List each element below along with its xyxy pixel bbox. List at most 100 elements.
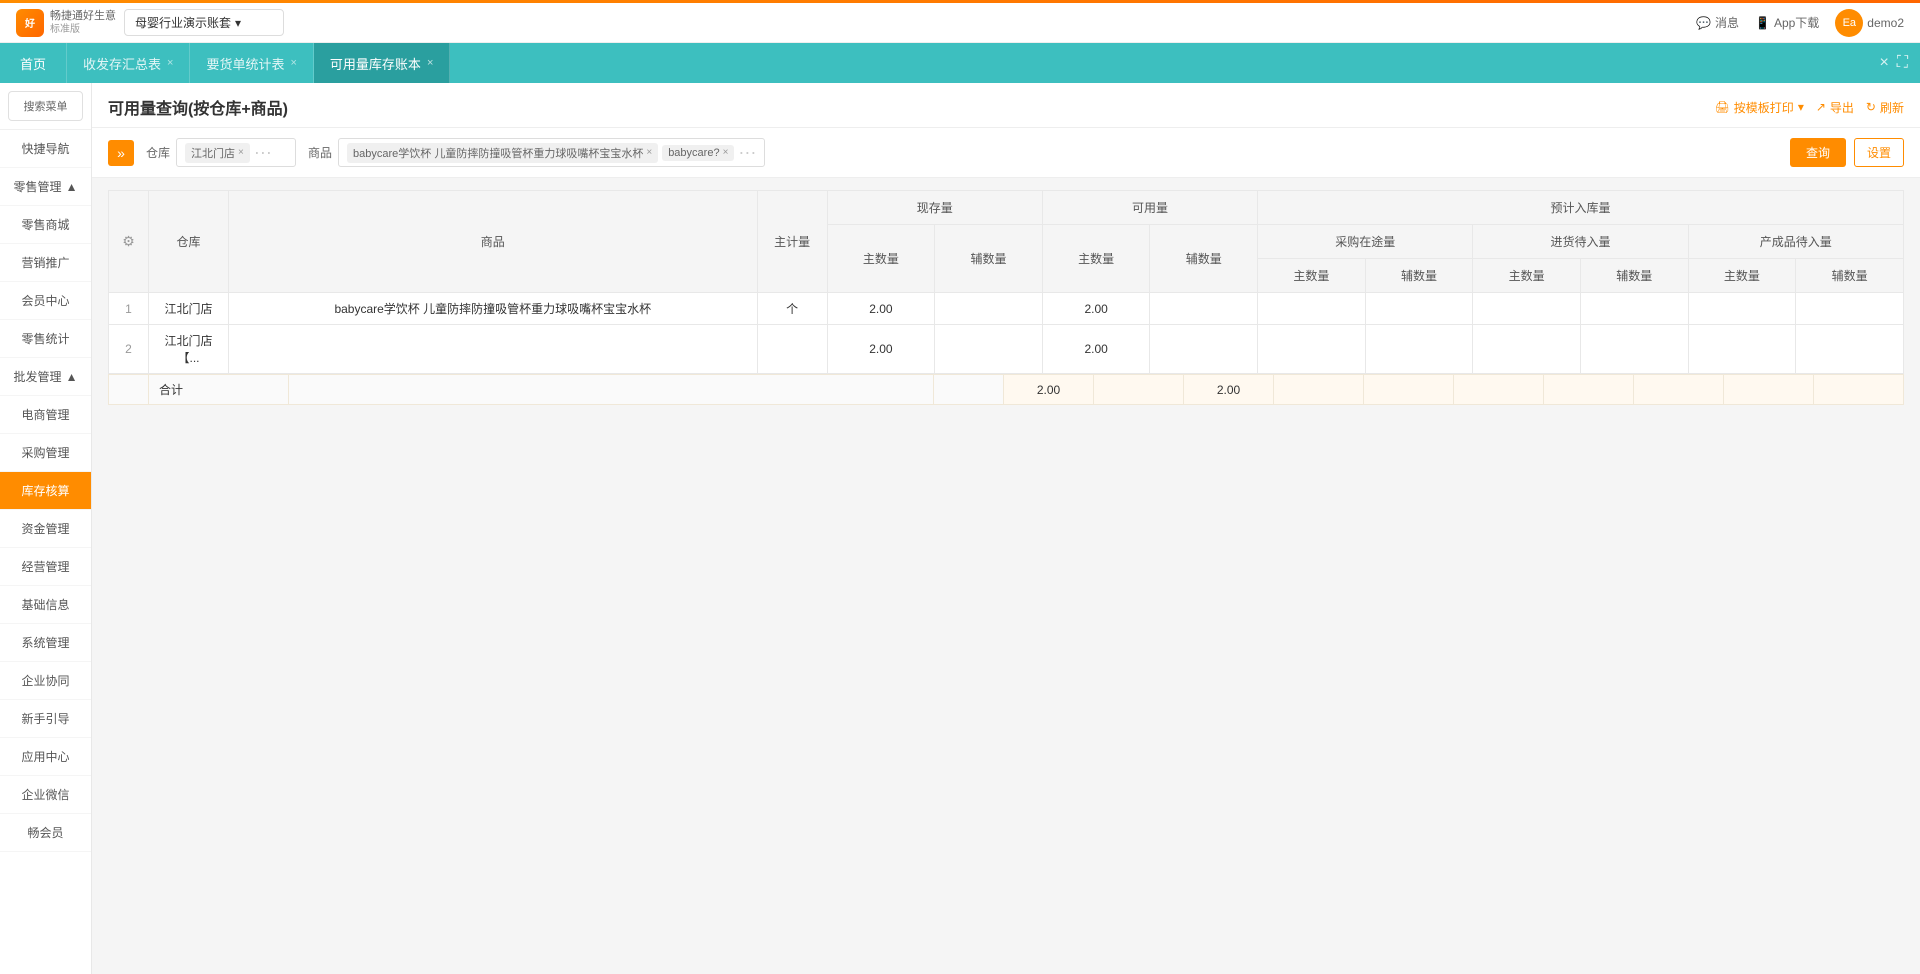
product-more-options-icon[interactable]: ···: [738, 142, 756, 163]
cell-incoming-pending-main: [1473, 293, 1581, 325]
query-button[interactable]: 查询: [1790, 138, 1846, 167]
sidebar-item-inventory-check[interactable]: 库存核算: [0, 472, 91, 510]
nav-tabs-bar: 首页 收发存汇总表 × 要货单统计表 × 可用量库存账本 × × ⛶: [0, 43, 1920, 83]
user-profile[interactable]: Ea demo2: [1835, 9, 1904, 37]
cell-available-main-qty: 2.00: [1042, 293, 1150, 325]
col-production-pending-aux: 辅数量: [1796, 259, 1904, 293]
more-options-icon[interactable]: ···: [254, 142, 272, 163]
cell-index: 1: [109, 293, 149, 325]
product-tag-1: babycare学饮杯 儿童防摔防撞吸管杯重力球吸嘴杯宝宝水杯 ×: [347, 143, 658, 163]
tab-close-icon[interactable]: ×: [290, 57, 296, 69]
col-current-main-qty: 主数量: [827, 225, 935, 293]
footer-current-aux-qty: [1094, 375, 1184, 405]
sidebar-item-ecommerce-mgmt[interactable]: 电商管理: [0, 396, 91, 434]
sidebar-item-enterprise-wechat[interactable]: 企业微信: [0, 776, 91, 814]
cell-production-pending-main: [1688, 293, 1796, 325]
remove-product-tag-1-button[interactable]: ×: [646, 147, 652, 158]
cell-main-unit: 个: [757, 293, 827, 325]
product-tag-2: babycare? ×: [662, 145, 734, 161]
col-product-header: 商品: [229, 191, 758, 293]
top-header: 好 畅捷通好生意 标准版 母婴行业演示账套 ▾ 💬 消息 📱 App下载 Ea …: [0, 3, 1920, 43]
cell-production-pending-aux: [1796, 325, 1904, 374]
col-incoming-pending-aux: 辅数量: [1580, 259, 1688, 293]
tab-close-icon[interactable]: ×: [427, 57, 433, 69]
sidebar-item-enterprise-collab[interactable]: 企业协同: [0, 662, 91, 700]
export-button[interactable]: ↗ 导出: [1816, 99, 1854, 116]
tab-available-inventory[interactable]: 可用量库存账本 ×: [314, 43, 450, 83]
footer-label: 合计: [149, 375, 289, 405]
remove-warehouse-tag-button[interactable]: ×: [238, 147, 244, 158]
footer-current-main-qty: 2.00: [1004, 375, 1094, 405]
print-template-button[interactable]: 🖨 按模板打印 ▾: [1715, 99, 1804, 116]
cell-warehouse: 江北门店: [149, 293, 229, 325]
footer-purchase-transit-main: [1364, 375, 1454, 405]
col-warehouse-header: 仓库: [149, 191, 229, 293]
col-purchase-transit-main: 主数量: [1258, 259, 1366, 293]
sidebar-item-operations-mgmt[interactable]: 经营管理: [0, 548, 91, 586]
sidebar: 搜索菜单 快捷导航 零售管理 ▲ 零售商城 营销推广 会员中心 零售统计 批发管…: [0, 83, 92, 974]
sidebar-item-app-center[interactable]: 应用中心: [0, 738, 91, 776]
cell-current-aux-qty: [935, 293, 1043, 325]
col-available-qty-group: 可用量: [1042, 191, 1257, 225]
sidebar-item-retail-mall[interactable]: 零售商城: [0, 206, 91, 244]
sidebar-item-marketing[interactable]: 营销推广: [0, 244, 91, 282]
cell-available-main-qty: 2.00: [1042, 325, 1150, 374]
sidebar-item-chang-member[interactable]: 畅会员: [0, 814, 91, 852]
filter-bar: » 仓库 江北门店 × ··· 商品 babycare学饮杯 儿童防摔防撞吸管杯…: [92, 128, 1920, 178]
footer-production-pending-aux: [1814, 375, 1904, 405]
sidebar-item-member-center[interactable]: 会员中心: [0, 282, 91, 320]
sidebar-item-purchase-mgmt[interactable]: 采购管理: [0, 434, 91, 472]
refresh-button[interactable]: ↻ 刷新: [1866, 99, 1904, 116]
tab-close-icon[interactable]: ×: [167, 57, 173, 69]
filter-actions: 查询 设置: [1790, 138, 1904, 167]
cell-product: [229, 325, 758, 374]
close-window-button[interactable]: ×: [1879, 54, 1888, 72]
filter-toggle-button[interactable]: »: [108, 140, 134, 166]
cell-incoming-pending-aux: [1580, 293, 1688, 325]
col-available-aux-qty: 辅数量: [1150, 225, 1258, 293]
footer-spacer: [109, 375, 149, 405]
sidebar-item-retail-mgmt[interactable]: 零售管理 ▲: [0, 168, 91, 206]
arrow-icon: ▲: [66, 180, 78, 194]
arrow-icon: ▲: [66, 370, 78, 384]
cell-production-pending-aux: [1796, 293, 1904, 325]
cell-incoming-pending-main: [1473, 325, 1581, 374]
warehouse-input[interactable]: 江北门店 × ···: [176, 138, 296, 167]
footer-product-spacer: [289, 375, 934, 405]
cell-purchase-transit-main: [1258, 325, 1366, 374]
table-container: ⚙ 仓库 商品 主计量 现存量 可用量 预计入库量 主数量 辅数量 主数量 辅数…: [92, 178, 1920, 974]
expand-window-button[interactable]: ⛶: [1897, 54, 1908, 72]
tab-order-stats[interactable]: 要货单统计表 ×: [190, 43, 313, 83]
footer-available-aux-qty: [1274, 375, 1364, 405]
tab-home[interactable]: 首页: [0, 43, 67, 83]
col-current-stock-group: 现存量: [827, 191, 1042, 225]
nav-tabs-right: × ⛶: [1879, 54, 1920, 72]
sidebar-item-retail-stats[interactable]: 零售统计: [0, 320, 91, 358]
sidebar-item-new-user-guide[interactable]: 新手引导: [0, 700, 91, 738]
sidebar-item-quick-nav[interactable]: 快捷导航: [0, 130, 91, 168]
message-action[interactable]: 💬 消息: [1696, 14, 1739, 31]
search-menu-button[interactable]: 搜索菜单: [8, 91, 83, 121]
content-area: 可用量查询(按仓库+商品) 🖨 按模板打印 ▾ ↗ 导出 ↻ 刷新: [92, 83, 1920, 974]
page-title-bar: 可用量查询(按仓库+商品) 🖨 按模板打印 ▾ ↗ 导出 ↻ 刷新: [92, 83, 1920, 128]
col-current-aux-qty: 辅数量: [935, 225, 1043, 293]
industry-selector[interactable]: 母婴行业演示账套 ▾: [124, 9, 284, 36]
page-title: 可用量查询(按仓库+商品): [108, 95, 288, 119]
product-input[interactable]: babycare学饮杯 儿童防摔防撞吸管杯重力球吸嘴杯宝宝水杯 × babyca…: [338, 138, 765, 167]
column-settings-icon[interactable]: ⚙: [122, 233, 135, 249]
tab-receive-summary[interactable]: 收发存汇总表 ×: [67, 43, 190, 83]
sidebar-item-finance-mgmt[interactable]: 资金管理: [0, 510, 91, 548]
app-download-action[interactable]: 📱 App下载: [1755, 14, 1819, 31]
sidebar-item-wholesale-mgmt[interactable]: 批发管理 ▲: [0, 358, 91, 396]
remove-product-tag-2-button[interactable]: ×: [723, 147, 729, 158]
col-purchase-transit-group: 采购在途量: [1258, 225, 1473, 259]
export-icon: ↗: [1816, 100, 1826, 114]
cell-production-pending-main: [1688, 325, 1796, 374]
table-row: 2 江北门店【... 2.00 2.00: [109, 325, 1904, 374]
sidebar-item-system-mgmt[interactable]: 系统管理: [0, 624, 91, 662]
col-purchase-transit-aux: 辅数量: [1365, 259, 1473, 293]
message-icon: 💬: [1696, 16, 1711, 30]
footer-table: 合计 2.00 2.00: [108, 374, 1904, 405]
sidebar-item-basic-info[interactable]: 基础信息: [0, 586, 91, 624]
settings-button[interactable]: 设置: [1854, 138, 1904, 167]
